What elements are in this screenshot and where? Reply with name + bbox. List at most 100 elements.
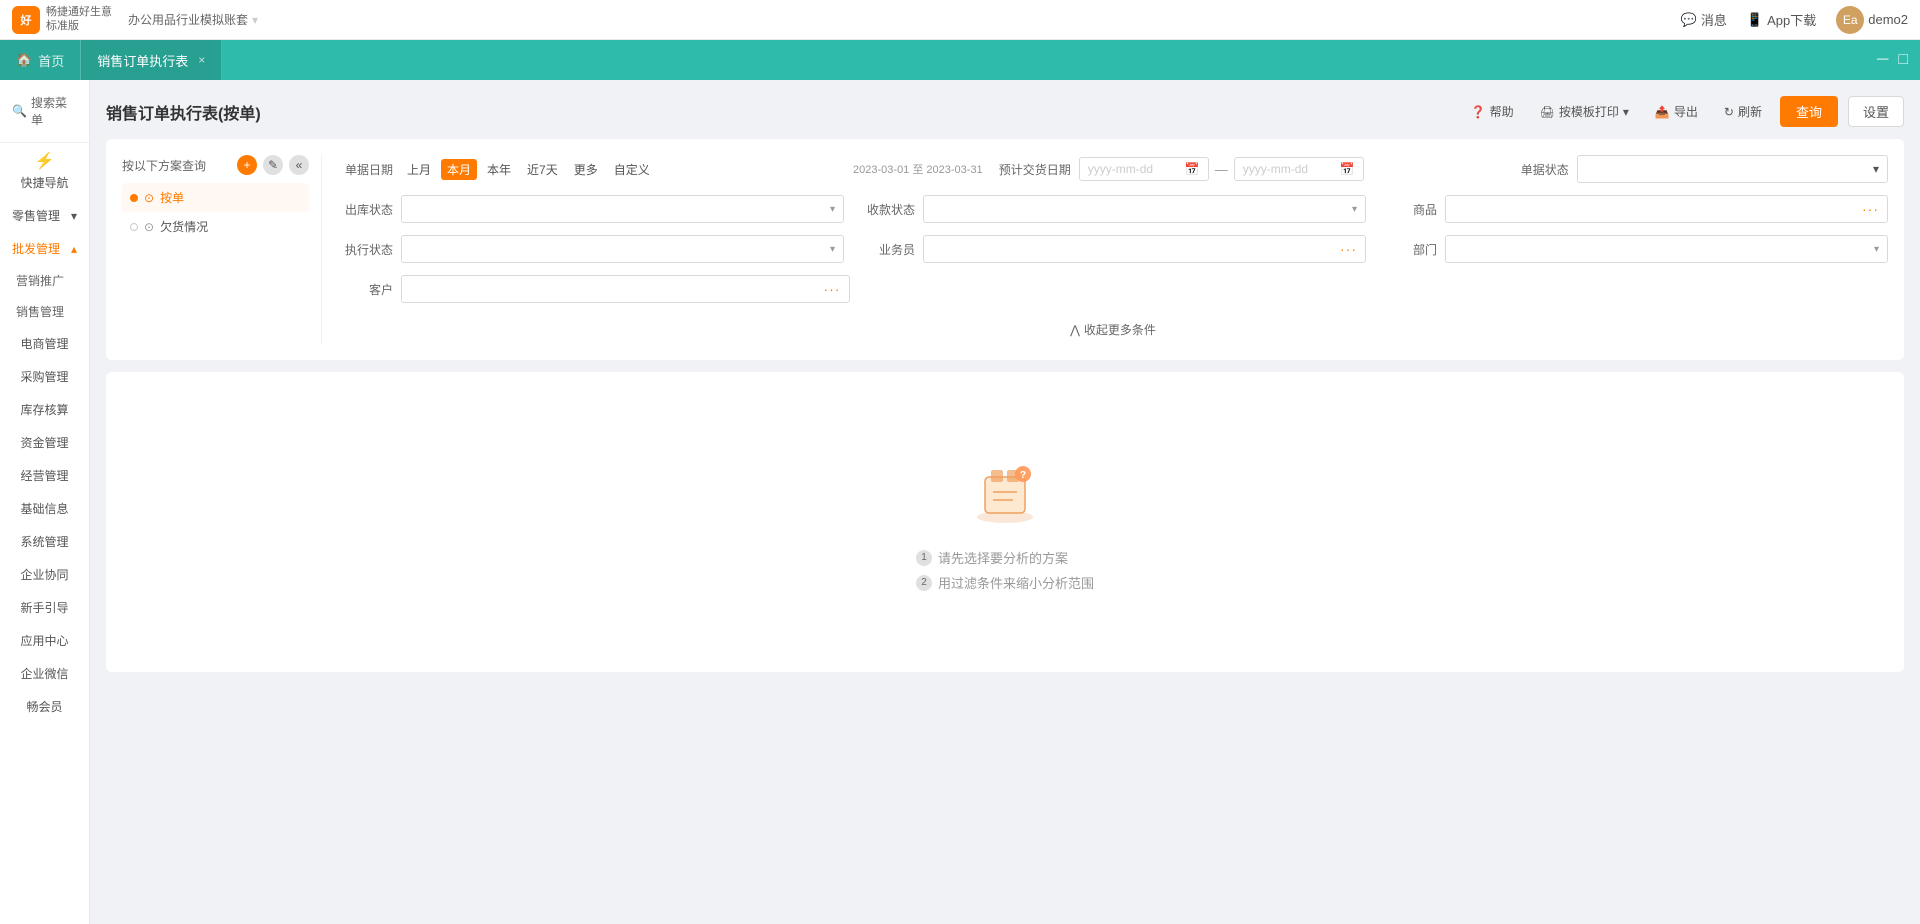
page-actions: ❓ 帮助 🖨 按模板打印 ▾ 📤 导出 ↻ 刷新 xyxy=(1463,96,1904,127)
date-tab-more[interactable]: 更多 xyxy=(568,159,604,180)
sidebar-item-apps[interactable]: 应用中心 xyxy=(0,624,89,657)
arrears-icon: ⊙ xyxy=(144,220,154,234)
scheme-actions: + ✎ « xyxy=(237,155,309,175)
app-download-button[interactable]: 📱 App下载 xyxy=(1747,10,1816,29)
scheme-header: 按以下方案查询 + ✎ « xyxy=(122,155,309,175)
sidebar-item-member[interactable]: 畅会员 xyxy=(0,690,89,723)
sidebar-item-quick-nav[interactable]: ⚡ 快捷导航 xyxy=(0,143,89,199)
export-icon: 📤 xyxy=(1655,105,1670,119)
sidebar-item-newbie[interactable]: 新手引导 xyxy=(0,591,89,624)
dept-field: 部门 ▾ xyxy=(1382,235,1888,263)
tip-num-1: 1 xyxy=(916,550,932,566)
product-more-button[interactable]: ··· xyxy=(1862,201,1879,217)
sidebar-item-system[interactable]: 系统管理 xyxy=(0,525,89,558)
calendar-icon-2: 📅 xyxy=(1340,162,1355,176)
salesman-label: 业务员 xyxy=(860,241,915,258)
out-stock-control: ▾ xyxy=(401,195,844,223)
receipt-status-field: 收款状态 ▾ xyxy=(860,195,1366,223)
edit-scheme-button[interactable]: ✎ xyxy=(263,155,283,175)
sidebar-item-purchase[interactable]: 采购管理 xyxy=(0,360,89,393)
breadcrumb-text[interactable]: 办公用品行业模拟账套 xyxy=(128,11,248,28)
minimize-button[interactable]: ─ xyxy=(1877,51,1888,69)
order-status-select[interactable]: ▾ xyxy=(1577,155,1888,183)
user-profile[interactable]: Ea demo2 xyxy=(1836,6,1908,34)
order-status-control: ▾ xyxy=(1577,155,1888,183)
filter-scheme-sidebar: 按以下方案查询 + ✎ « ⊙ 按单 xyxy=(122,155,322,344)
date-tab-last-7-days[interactable]: 近7天 xyxy=(521,159,564,180)
order-status-field: 单据状态 ▾ xyxy=(1514,155,1888,183)
out-stock-field: 出库状态 ▾ xyxy=(338,195,844,223)
sidebar-item-wechat[interactable]: 企业微信 xyxy=(0,657,89,690)
sidebar-item-wholesale[interactable]: 批发管理 ▴ xyxy=(0,232,89,265)
chevron-up-icon: ▴ xyxy=(71,242,77,256)
salesman-select[interactable]: ··· xyxy=(923,235,1366,263)
customer-select[interactable]: ··· xyxy=(401,275,850,303)
expected-date-end[interactable]: yyyy-mm-dd 📅 xyxy=(1234,157,1364,181)
message-icon: 💬 xyxy=(1681,12,1697,28)
tab-close-button[interactable]: × xyxy=(198,53,205,67)
sidebar-item-operations[interactable]: 经营管理 xyxy=(0,459,89,492)
search-menu-button[interactable]: 🔍 搜索菜单 xyxy=(8,90,81,132)
scheme-item-arrears[interactable]: ⊙ 欠货情况 xyxy=(122,212,309,241)
sidebar-item-inventory[interactable]: 库存核算 xyxy=(0,393,89,426)
breadcrumb: 办公用品行业模拟账套 ▾ xyxy=(128,11,1665,28)
salesman-control: ··· xyxy=(923,235,1366,263)
collapse-filter-button[interactable]: ⋀ 收起更多条件 xyxy=(338,315,1888,344)
product-field: 商品 ··· xyxy=(1382,195,1888,223)
topbar: 好 畅捷通好生意 标准版 办公用品行业模拟账套 ▾ 💬 消息 📱 App下载 E… xyxy=(0,0,1920,40)
print-button[interactable]: 🖨 按模板打印 ▾ xyxy=(1532,99,1637,124)
product-label: 商品 xyxy=(1382,201,1437,218)
sidebar-item-marketing[interactable]: 营销推广 xyxy=(0,265,89,296)
filter-section: 按以下方案查询 + ✎ « ⊙ 按单 xyxy=(122,155,1888,344)
salesman-more-button[interactable]: ··· xyxy=(1340,241,1357,257)
message-button[interactable]: 💬 消息 xyxy=(1681,10,1727,29)
customer-more-button[interactable]: ··· xyxy=(824,281,841,297)
date-tab-custom[interactable]: 自定义 xyxy=(608,159,656,180)
date-tab-last-month[interactable]: 上月 xyxy=(401,159,437,180)
page-container: 销售订单执行表(按单) ❓ 帮助 🖨 按模板打印 ▾ 📤 导出 xyxy=(90,80,1920,688)
chevron-icon: ▾ xyxy=(830,204,835,215)
add-scheme-button[interactable]: + xyxy=(237,155,257,175)
sidebar-search-section: 🔍 搜索菜单 xyxy=(0,80,89,143)
sidebar-item-finance[interactable]: 资金管理 xyxy=(0,426,89,459)
calendar-icon: 📅 xyxy=(1185,162,1200,176)
help-button[interactable]: ❓ 帮助 xyxy=(1463,99,1522,124)
export-button[interactable]: 📤 导出 xyxy=(1647,99,1706,124)
svg-text:?: ? xyxy=(1020,470,1026,481)
exec-status-control: ▾ xyxy=(401,235,844,263)
filter-form: 单据日期 上月 本月 本年 近7天 更多 自定义 xyxy=(322,155,1888,344)
filter-row-1: 单据日期 上月 本月 本年 近7天 更多 自定义 xyxy=(338,155,1888,183)
scheme-item-press-order[interactable]: ⊙ 按单 xyxy=(122,183,309,212)
expected-date-label: 预计交货日期 xyxy=(999,161,1071,178)
logo-text: 畅捷通好生意 标准版 xyxy=(46,6,112,32)
exec-status-select[interactable]: ▾ xyxy=(401,235,844,263)
date-tab-this-year[interactable]: 本年 xyxy=(481,159,517,180)
product-select[interactable]: ··· xyxy=(1445,195,1888,223)
expected-date-start[interactable]: yyyy-mm-dd 📅 xyxy=(1079,157,1209,181)
expected-date-range: yyyy-mm-dd 📅 — yyyy-mm-dd 📅 xyxy=(1079,157,1364,181)
sidebar-item-basic[interactable]: 基础信息 xyxy=(0,492,89,525)
receipt-status-select[interactable]: ▾ xyxy=(923,195,1366,223)
date-range-text: 2023-03-01 至 2023-03-31 xyxy=(853,161,983,177)
sidebar: 🔍 搜索菜单 ⚡ 快捷导航 零售管理 ▾ 批发管理 ▴ 营销推广 销售管理 xyxy=(0,80,90,924)
collapse-scheme-button[interactable]: « xyxy=(289,155,309,175)
sidebar-item-sales-mgmt[interactable]: 销售管理 xyxy=(0,296,89,327)
tab-home[interactable]: 🏠 首页 xyxy=(0,40,81,80)
date-tab-this-month[interactable]: 本月 xyxy=(441,159,477,180)
query-button[interactable]: 查询 xyxy=(1780,96,1838,127)
order-date-label: 单据日期 xyxy=(338,161,393,178)
settings-button[interactable]: 设置 xyxy=(1848,96,1904,127)
dept-select[interactable]: ▾ xyxy=(1445,235,1888,263)
exec-status-label: 执行状态 xyxy=(338,241,393,258)
sidebar-item-corp[interactable]: 企业协同 xyxy=(0,558,89,591)
tab-sales-order[interactable]: 销售订单执行表 × xyxy=(81,40,222,80)
sidebar-item-retail[interactable]: 零售管理 ▾ xyxy=(0,199,89,232)
sidebar-item-ecommerce[interactable]: 电商管理 xyxy=(0,327,89,360)
out-stock-select[interactable]: ▾ xyxy=(401,195,844,223)
tabbar: 🏠 首页 销售订单执行表 × ─ □ xyxy=(0,40,1920,80)
refresh-button[interactable]: ↻ 刷新 xyxy=(1716,99,1770,124)
dept-control: ▾ xyxy=(1445,235,1888,263)
avatar: Ea xyxy=(1836,6,1864,34)
maximize-button[interactable]: □ xyxy=(1898,51,1908,69)
tip-num-2: 2 xyxy=(916,575,932,591)
